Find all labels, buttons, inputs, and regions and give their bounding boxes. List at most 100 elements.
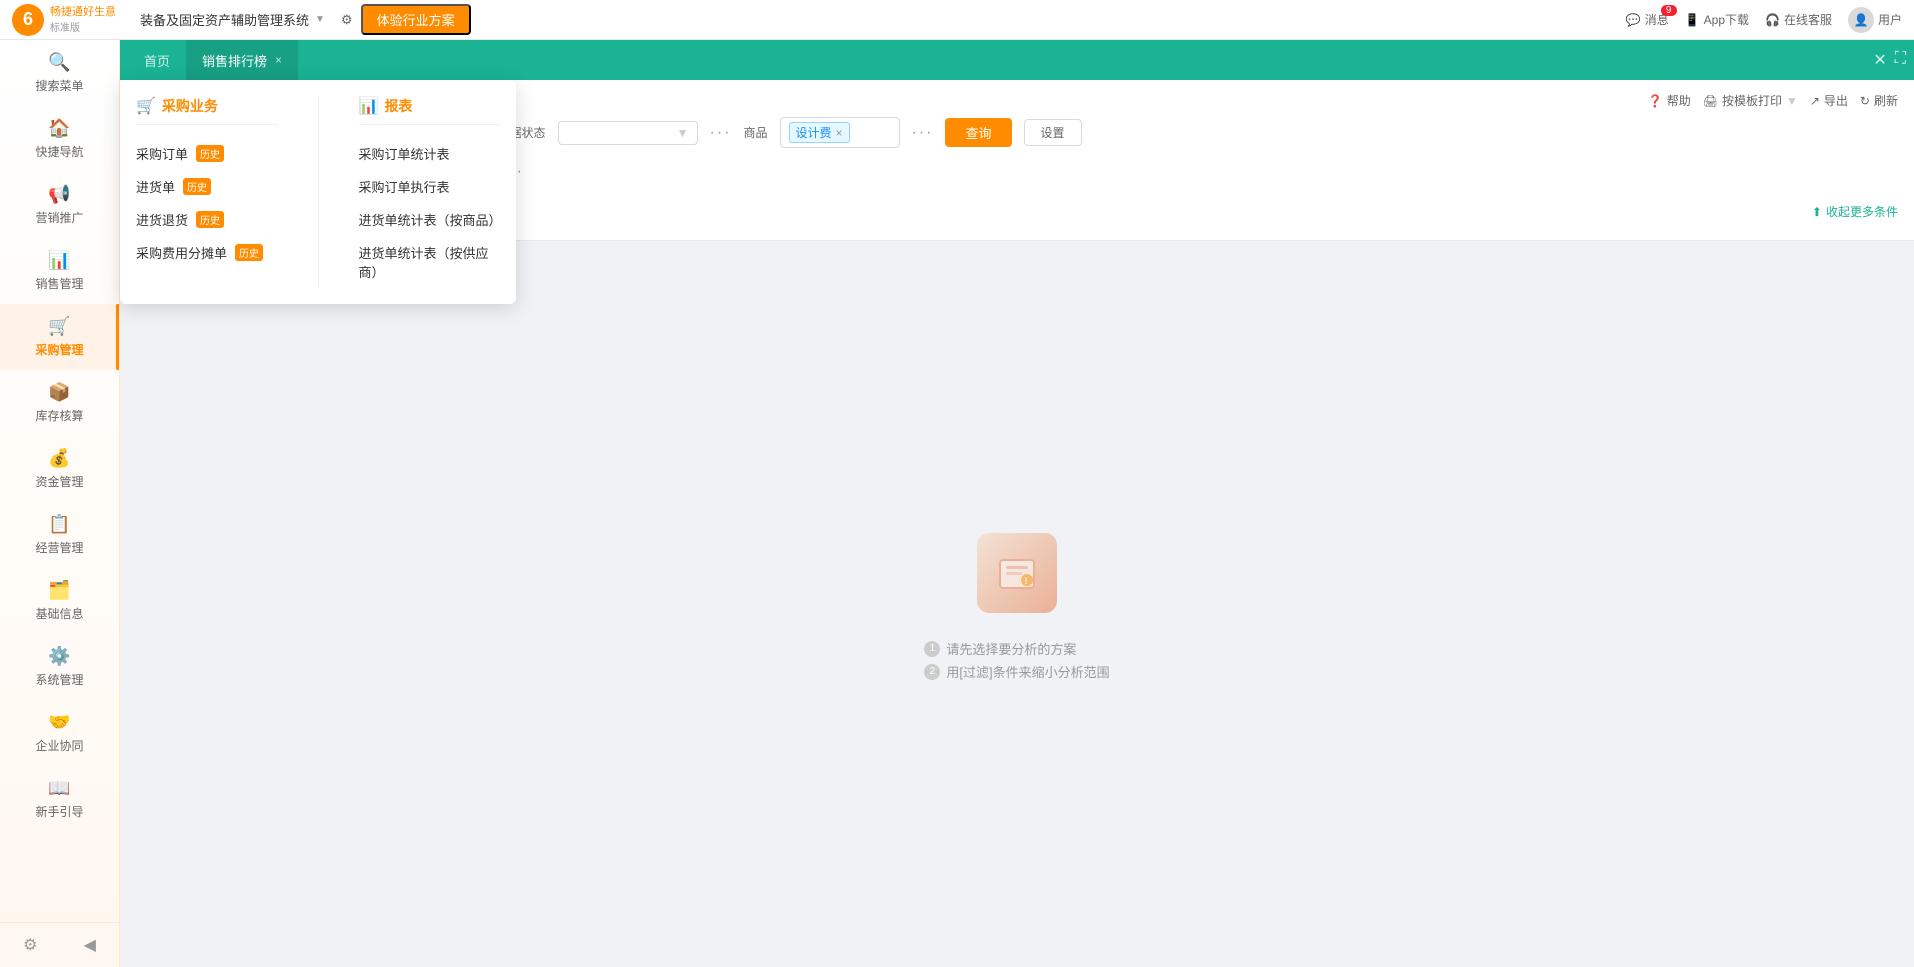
sidebar-label-quicknav: 快捷导航 bbox=[35, 143, 83, 160]
help-button[interactable]: ❓ 帮助 bbox=[1648, 92, 1691, 109]
refresh-icon: ↻ bbox=[1860, 94, 1870, 108]
sidebar-item-marketing[interactable]: 📢 营销推广 bbox=[0, 172, 119, 238]
inventory-icon: 📦 bbox=[48, 382, 70, 403]
purchase-dropdown-menu: 🛒 采购业务 采购订单 历史 进货单 历史 进货退货 历史 采购费用分摊单 历史… bbox=[120, 80, 516, 304]
operations-icon: 📋 bbox=[48, 514, 70, 535]
purchase-report-section: 📊 报表 采购订单统计表 采购订单执行表 进货单统计表（按商品） 进货单统计表（… bbox=[359, 96, 501, 288]
purchase-order-badge: 历史 bbox=[196, 145, 224, 162]
marketing-icon: 📢 bbox=[48, 184, 70, 205]
system-icon: ⚙️ bbox=[48, 646, 70, 667]
menu-item-inbound-stats-supplier[interactable]: 进货单统计表（按供应商） bbox=[359, 236, 501, 288]
bottom-collapse-icon[interactable]: ◀ bbox=[84, 935, 96, 955]
close-window-icon[interactable]: ✕ bbox=[1873, 50, 1886, 70]
sidebar-label-sales: 销售管理 bbox=[35, 275, 83, 292]
step1-icon: 1 bbox=[924, 641, 940, 657]
goods-tag: 设计费 × bbox=[789, 122, 850, 143]
purchase-report-title: 📊 报表 bbox=[359, 96, 501, 125]
sidebar-item-purchase[interactable]: 🛒 采购管理 bbox=[0, 304, 119, 370]
menu-label-inbound: 进货单 bbox=[136, 177, 175, 196]
settings-icon[interactable]: ⚙ bbox=[341, 12, 353, 28]
sidebar-item-operations[interactable]: 📋 经营管理 bbox=[0, 502, 119, 568]
status-dots[interactable]: ··· bbox=[710, 124, 732, 142]
collapse-up-icon: ⬆ bbox=[1812, 205, 1822, 219]
svg-text:!: ! bbox=[1025, 576, 1028, 586]
menu-label-po-exec: 采购订单执行表 bbox=[359, 177, 450, 196]
empty-state: ! 1 请先选择要分析的方案 2 用[过滤]条件来缩小分析范围 bbox=[120, 241, 1914, 967]
goods-dots[interactable]: ··· bbox=[912, 124, 934, 142]
menu-label-purchase-order: 采购订单 bbox=[136, 144, 188, 163]
purchase-business-title: 🛒 采购业务 bbox=[136, 96, 278, 125]
tab-sales-rank[interactable]: 销售排行榜 × bbox=[186, 40, 298, 80]
message-badge: 9 bbox=[1661, 5, 1677, 16]
query-button[interactable]: 查询 bbox=[945, 118, 1011, 147]
status-select[interactable]: ▼ bbox=[558, 121, 698, 145]
purchase-business-icon: 🛒 bbox=[136, 96, 156, 116]
purchase-icon: 🛒 bbox=[48, 316, 70, 337]
tab-close-icon[interactable]: × bbox=[275, 53, 282, 67]
menu-item-inbound-return[interactable]: 进货退货 历史 bbox=[136, 203, 278, 236]
topbar-right: 💬 消息 9 📱 App下载 🎧 在线客服 👤 用户 bbox=[1626, 7, 1902, 33]
sidebar-item-beginner[interactable]: 📖 新手引导 bbox=[0, 766, 119, 832]
sidebar-item-inventory[interactable]: 📦 库存核算 bbox=[0, 370, 119, 436]
logo-icon: 6 bbox=[12, 4, 44, 36]
sidebar-item-sales[interactable]: 📊 销售管理 bbox=[0, 238, 119, 304]
goods-tag-close-icon[interactable]: × bbox=[836, 126, 843, 140]
sidebar-bottom: ⚙ ◀ bbox=[0, 922, 119, 967]
sidebar-label-inventory: 库存核算 bbox=[35, 407, 83, 424]
beginner-icon: 📖 bbox=[48, 778, 70, 799]
sidebar-item-system[interactable]: ⚙️ 系统管理 bbox=[0, 634, 119, 700]
menu-item-inbound-stats-goods[interactable]: 进货单统计表（按商品） bbox=[359, 203, 501, 236]
print-button[interactable]: 🖨 按模板打印 ▼ bbox=[1703, 92, 1798, 109]
tab-home[interactable]: 首页 bbox=[128, 40, 186, 80]
inbound-badge: 历史 bbox=[183, 178, 211, 195]
user-icon: 👤 bbox=[1854, 13, 1869, 27]
sidebar-item-basicinfo[interactable]: 🗂️ 基础信息 bbox=[0, 568, 119, 634]
tabbar: 首页 销售排行榜 × ✕ ⛶ bbox=[120, 40, 1914, 80]
menu-label-inbound-stats-goods: 进货单统计表（按商品） bbox=[359, 210, 501, 229]
expand-icon[interactable]: ⛶ bbox=[1895, 50, 1906, 70]
menu-item-purchase-order[interactable]: 采购订单 历史 bbox=[136, 137, 278, 170]
sidebar: 🔍 搜索菜单 🏠 快捷导航 📢 营销推广 📊 销售管理 🛒 采购管理 📦 库存核… bbox=[0, 40, 120, 967]
sidebar-label-marketing: 营销推广 bbox=[35, 209, 83, 226]
solution-button[interactable]: 体验行业方案 bbox=[361, 4, 471, 35]
menu-item-purchase-expense[interactable]: 采购费用分摊单 历史 bbox=[136, 236, 278, 269]
logo: 6 畅捷通好生意 标准版 bbox=[12, 4, 132, 36]
menu-divider bbox=[318, 96, 319, 288]
headset-icon: 🎧 bbox=[1765, 13, 1780, 27]
system-arrow-icon: ▼ bbox=[315, 14, 325, 25]
sidebar-item-enterprise[interactable]: 🤝 企业协同 bbox=[0, 700, 119, 766]
message-button[interactable]: 💬 消息 9 bbox=[1626, 11, 1669, 28]
purchase-business-section: 🛒 采购业务 采购订单 历史 进货单 历史 进货退货 历史 采购费用分摊单 历史 bbox=[136, 96, 278, 288]
sidebar-label-search: 搜索菜单 bbox=[35, 77, 83, 94]
refresh-button[interactable]: ↻ 刷新 bbox=[1860, 92, 1898, 109]
collapse-button[interactable]: ⬆ 收起更多条件 bbox=[1812, 195, 1898, 228]
goods-select[interactable]: 设计费 × bbox=[780, 117, 900, 148]
empty-illustration: ! bbox=[977, 533, 1057, 613]
system-selector[interactable]: 装备及固定资产辅助管理系统 ▼ bbox=[132, 10, 333, 29]
home-icon: 🏠 bbox=[48, 118, 70, 139]
sidebar-item-quicknav[interactable]: 🏠 快捷导航 bbox=[0, 106, 119, 172]
search-icon: 🔍 bbox=[48, 52, 70, 73]
app-download-button[interactable]: 📱 App下载 bbox=[1685, 11, 1749, 28]
sales-icon: 📊 bbox=[48, 250, 70, 271]
sidebar-label-enterprise: 企业协同 bbox=[35, 737, 83, 754]
enterprise-icon: 🤝 bbox=[48, 712, 70, 733]
status-arrow-icon: ▼ bbox=[677, 126, 689, 140]
menu-item-inbound[interactable]: 进货单 历史 bbox=[136, 170, 278, 203]
set-button[interactable]: 设置 bbox=[1024, 119, 1082, 146]
step2-icon: 2 bbox=[924, 664, 940, 680]
export-button[interactable]: ↗ 导出 bbox=[1810, 92, 1848, 109]
menu-label-inbound-return: 进货退货 bbox=[136, 210, 188, 229]
sidebar-item-search[interactable]: 🔍 搜索菜单 bbox=[0, 40, 119, 106]
sidebar-label-operations: 经营管理 bbox=[35, 539, 83, 556]
user-button[interactable]: 👤 用户 bbox=[1848, 7, 1902, 33]
sidebar-item-finance[interactable]: 💰 资金管理 bbox=[0, 436, 119, 502]
menu-item-po-exec[interactable]: 采购订单执行表 bbox=[359, 170, 501, 203]
tabbar-right-actions: ✕ ⛶ bbox=[1873, 50, 1906, 70]
menu-item-po-stats[interactable]: 采购订单统计表 bbox=[359, 137, 501, 170]
phone-icon: 📱 bbox=[1685, 13, 1700, 27]
empty-tips: 1 请先选择要分析的方案 2 用[过滤]条件来缩小分析范围 bbox=[924, 635, 1109, 685]
bottom-settings-icon[interactable]: ⚙ bbox=[23, 935, 37, 955]
sidebar-label-basicinfo: 基础信息 bbox=[35, 605, 83, 622]
online-service-button[interactable]: 🎧 在线客服 bbox=[1765, 11, 1832, 28]
